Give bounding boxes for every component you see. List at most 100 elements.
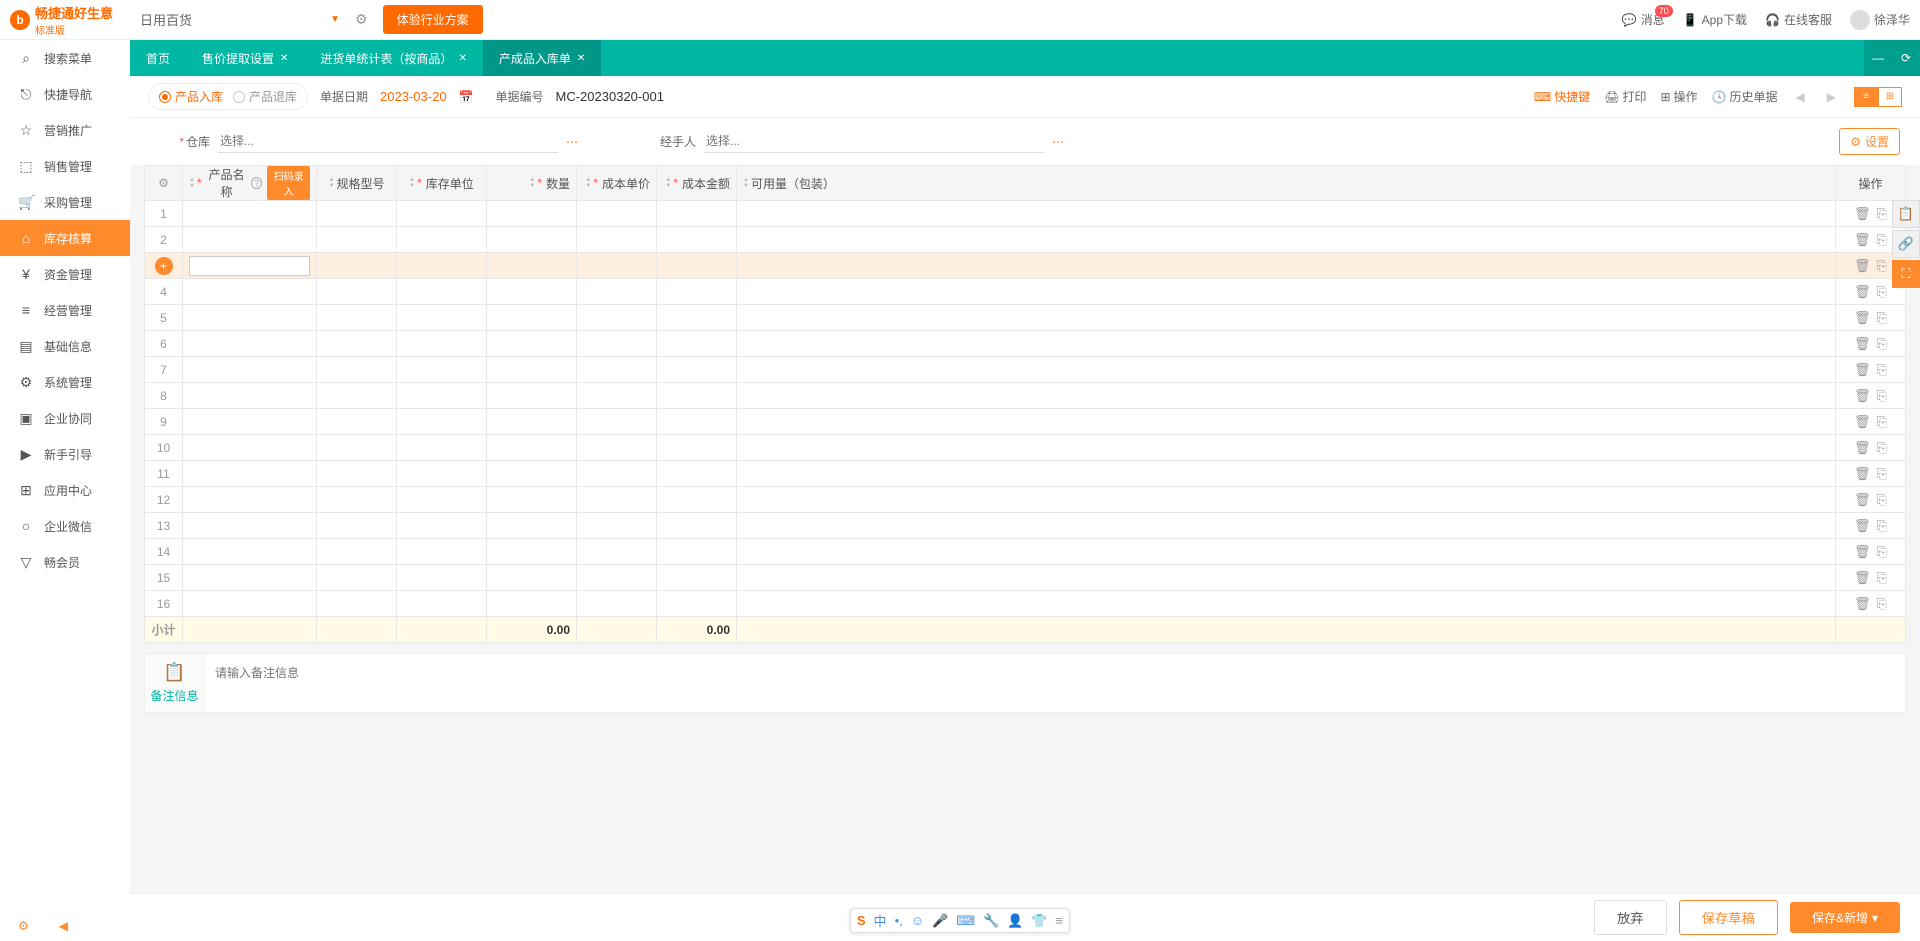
amount-cell[interactable]: [657, 539, 737, 565]
product-name-cell[interactable]: [183, 435, 317, 461]
spec-cell[interactable]: [317, 409, 397, 435]
ime-toolbar[interactable]: S 中 •, ☺ 🎤 ⌨ 🔧 👤 👕 ≡: [850, 908, 1070, 933]
amount-cell[interactable]: [657, 331, 737, 357]
history-link[interactable]: 🕓历史单据: [1712, 88, 1778, 105]
price-cell[interactable]: [577, 253, 657, 279]
remarks-input[interactable]: [205, 654, 1905, 712]
ime-menu-icon[interactable]: ≡: [1056, 913, 1064, 928]
copy-icon[interactable]: ⎘: [1877, 310, 1887, 325]
doc-date-value[interactable]: 2023-03-20: [380, 89, 447, 104]
spec-cell[interactable]: [317, 565, 397, 591]
tabs-minimize-button[interactable]: —: [1864, 40, 1892, 76]
delete-icon[interactable]: 🗑: [1854, 596, 1871, 611]
price-cell[interactable]: [577, 227, 657, 253]
sidebar-item-member[interactable]: ▽畅会员: [0, 544, 130, 580]
amount-cell[interactable]: [657, 279, 737, 305]
available-cell[interactable]: [737, 487, 1836, 513]
user-menu[interactable]: 徐泽华: [1850, 10, 1910, 30]
float-link-button[interactable]: 🔗: [1892, 230, 1920, 258]
unit-cell[interactable]: [397, 383, 487, 409]
ime-face-icon[interactable]: ☺: [911, 913, 924, 928]
copy-icon[interactable]: ⎘: [1877, 570, 1887, 585]
price-cell[interactable]: [577, 539, 657, 565]
product-name-cell[interactable]: [183, 513, 317, 539]
qty-cell[interactable]: [487, 539, 577, 565]
product-name-cell[interactable]: [183, 357, 317, 383]
col-unit[interactable]: ▲▼*库存单位: [397, 166, 487, 201]
view-card-button[interactable]: ⊞: [1878, 87, 1902, 107]
unit-cell[interactable]: [397, 513, 487, 539]
cancel-button[interactable]: 放弃: [1594, 900, 1667, 935]
ime-person-icon[interactable]: 👤: [1007, 913, 1023, 929]
qty-cell[interactable]: [487, 513, 577, 539]
price-cell[interactable]: [577, 331, 657, 357]
table-row[interactable]: 16🗑⎘: [145, 591, 1906, 617]
spec-cell[interactable]: [317, 591, 397, 617]
qty-cell[interactable]: [487, 409, 577, 435]
delete-icon[interactable]: 🗑: [1854, 440, 1871, 455]
spec-cell[interactable]: [317, 305, 397, 331]
scan-button[interactable]: 扫码录入: [267, 166, 310, 200]
close-icon[interactable]: ✕: [577, 53, 585, 64]
experience-plan-button[interactable]: 体验行业方案: [383, 5, 483, 34]
sidebar-item-marketing[interactable]: ☆营销推广: [0, 112, 130, 148]
table-row[interactable]: 6🗑⎘: [145, 331, 1906, 357]
save-new-button[interactable]: 保存&新增▾: [1790, 902, 1900, 933]
product-name-cell[interactable]: [183, 461, 317, 487]
spec-cell[interactable]: [317, 435, 397, 461]
float-clipboard-button[interactable]: 📋: [1892, 200, 1920, 228]
table-row[interactable]: 11🗑⎘: [145, 461, 1906, 487]
sidebar-item-search[interactable]: ⌕搜索菜单: [0, 40, 130, 76]
product-name-cell[interactable]: [183, 591, 317, 617]
sidebar-item-purchase[interactable]: 🛒采购管理: [0, 184, 130, 220]
table-row[interactable]: 4🗑⎘: [145, 279, 1906, 305]
price-cell[interactable]: [577, 357, 657, 383]
copy-icon[interactable]: ⎘: [1877, 492, 1887, 507]
amount-cell[interactable]: [657, 305, 737, 331]
delete-icon[interactable]: 🗑: [1854, 570, 1871, 585]
product-name-cell[interactable]: [183, 487, 317, 513]
price-cell[interactable]: [577, 201, 657, 227]
table-row[interactable]: 1🗑⎘: [145, 201, 1906, 227]
unit-cell[interactable]: [397, 435, 487, 461]
settings-icon[interactable]: ⚙: [18, 919, 29, 933]
add-row-button[interactable]: +: [155, 257, 173, 275]
delete-icon[interactable]: 🗑: [1854, 492, 1871, 507]
table-row[interactable]: 10🗑⎘: [145, 435, 1906, 461]
sidebar-item-inventory[interactable]: ⌂库存核算: [0, 220, 130, 256]
price-cell[interactable]: [577, 487, 657, 513]
price-cell[interactable]: [577, 383, 657, 409]
unit-cell[interactable]: [397, 331, 487, 357]
amount-cell[interactable]: [657, 357, 737, 383]
table-row[interactable]: 5🗑⎘: [145, 305, 1906, 331]
sidebar-item-collab[interactable]: ▣企业协同: [0, 400, 130, 436]
qty-cell[interactable]: [487, 383, 577, 409]
delete-icon[interactable]: 🗑: [1854, 284, 1871, 299]
save-draft-button[interactable]: 保存草稿: [1679, 900, 1778, 935]
amount-cell[interactable]: [657, 565, 737, 591]
available-cell[interactable]: [737, 201, 1836, 227]
available-cell[interactable]: [737, 565, 1836, 591]
available-cell[interactable]: [737, 383, 1836, 409]
col-amount[interactable]: ▲▼*成本金额: [657, 166, 737, 201]
unit-cell[interactable]: [397, 591, 487, 617]
product-name-cell[interactable]: [183, 331, 317, 357]
copy-icon[interactable]: ⎘: [1877, 336, 1887, 351]
amount-cell[interactable]: [657, 383, 737, 409]
delete-icon[interactable]: 🗑: [1854, 466, 1871, 481]
unit-cell[interactable]: [397, 201, 487, 227]
col-product-name[interactable]: ▲▼*产品名称?扫码录入: [183, 166, 317, 201]
spec-cell[interactable]: [317, 513, 397, 539]
table-row[interactable]: 7🗑⎘: [145, 357, 1906, 383]
sidebar-item-funds[interactable]: ¥资金管理: [0, 256, 130, 292]
prev-doc-button[interactable]: ◀: [1792, 90, 1809, 104]
available-cell[interactable]: [737, 331, 1836, 357]
product-name-cell[interactable]: [183, 227, 317, 253]
product-name-cell[interactable]: [183, 539, 317, 565]
copy-icon[interactable]: ⎘: [1877, 388, 1887, 403]
sidebar-item-quicknav[interactable]: ⎋快捷导航: [0, 76, 130, 112]
price-cell[interactable]: [577, 461, 657, 487]
qty-cell[interactable]: [487, 487, 577, 513]
table-row[interactable]: 15🗑⎘: [145, 565, 1906, 591]
col-price[interactable]: ▲▼*成本单价: [577, 166, 657, 201]
